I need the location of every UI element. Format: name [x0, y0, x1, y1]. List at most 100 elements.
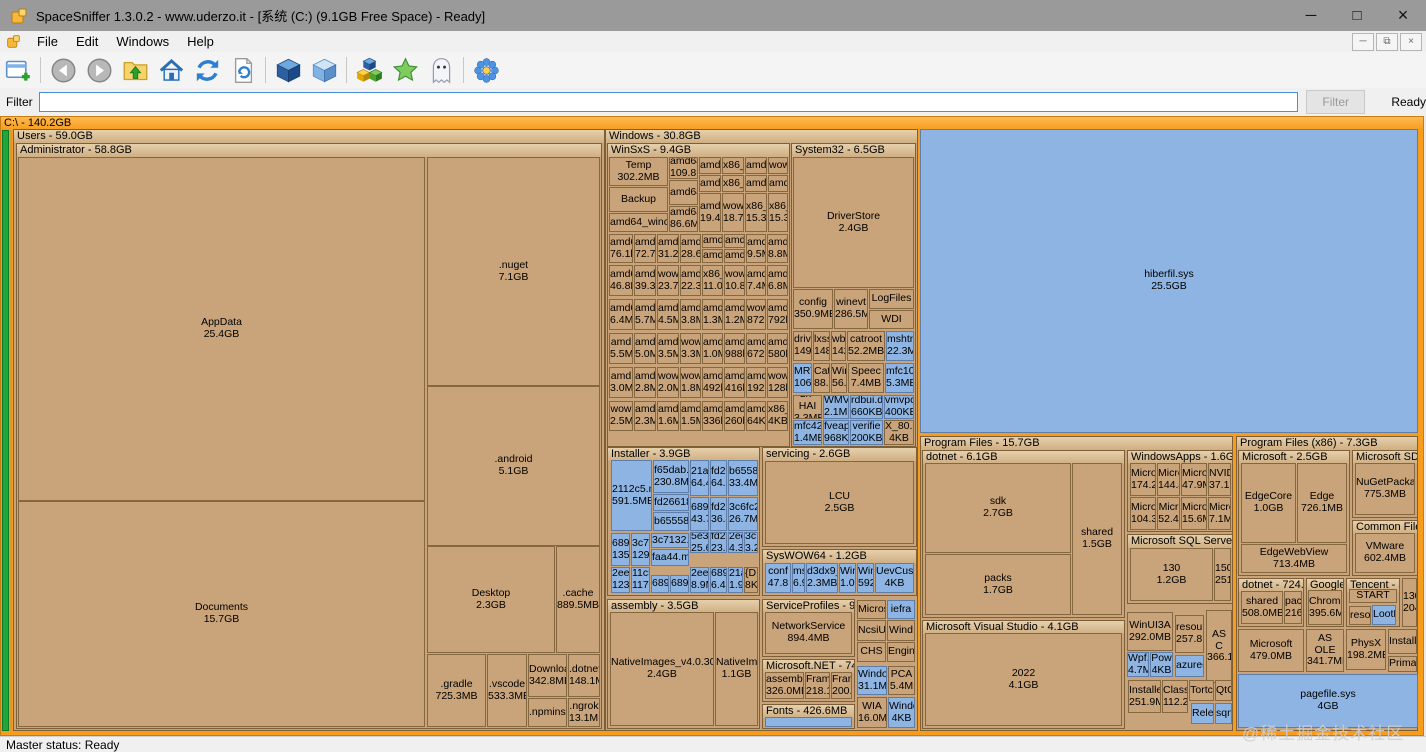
- treemap-block[interactable]: Tortc: [1189, 680, 1214, 701]
- refresh-view-button[interactable]: [225, 54, 261, 86]
- treemap-block[interactable]: assembly 326.0MB: [765, 672, 804, 699]
- treemap-block[interactable]: .cache 889.5MB: [556, 546, 600, 653]
- treemap-block[interactable]: amd 580k: [767, 333, 788, 364]
- treemap-block[interactable]: 2112c5.m 591.5MB: [611, 460, 652, 531]
- treemap-block[interactable]: config 350.9MB: [793, 289, 833, 329]
- treemap-block[interactable]: .vscode 533.3MB: [487, 654, 527, 727]
- treemap-block[interactable]: amd 3.0M: [609, 367, 633, 398]
- treemap-block[interactable]: WMVE 2.1MB: [823, 395, 849, 419]
- treemap-block[interactable]: Windo 4KB: [888, 697, 915, 728]
- treemap-block[interactable]: Wind: [887, 620, 915, 641]
- treemap-block[interactable]: amd 1.6M: [657, 401, 679, 431]
- treemap-block[interactable]: wow 23.7: [657, 265, 679, 296]
- treemap-block[interactable]: f65dab.r 230.8MB: [653, 460, 689, 493]
- filter-input[interactable]: [38, 92, 1299, 112]
- treemap-block[interactable]: PCA 5.4M: [888, 666, 915, 695]
- treemap-block[interactable]: x86_: [722, 175, 744, 192]
- treemap-block[interactable]: amd 988k: [724, 333, 745, 364]
- filter-button[interactable]: Filter: [1306, 90, 1366, 114]
- treemap-block[interactable]: Documents 15.7GB: [18, 501, 425, 727]
- treemap-block[interactable]: amd 72.7: [634, 234, 656, 263]
- treemap-block[interactable]: Engin: [887, 642, 915, 662]
- treemap-block[interactable]: wow 128k: [767, 367, 788, 398]
- treemap-block[interactable]: amd: [724, 234, 745, 248]
- treemap-block[interactable]: amd 2.3M: [634, 401, 656, 431]
- treemap-block[interactable]: 21a1 64.4: [690, 460, 709, 496]
- treemap-block[interactable]: amd 5.7M: [634, 299, 656, 330]
- treemap-block[interactable]: 2ee4 8.9M: [690, 567, 709, 593]
- treemap-block[interactable]: amd 3.8M: [680, 299, 701, 330]
- rescan-button[interactable]: [189, 54, 225, 86]
- treemap-block[interactable]: amd 672k: [746, 333, 766, 364]
- treemap-block[interactable]: 2ee4 123.: [611, 567, 630, 593]
- treemap-block[interactable]: amd6 9.5M: [746, 234, 766, 263]
- treemap-block[interactable]: x86_ 15.3l: [745, 193, 767, 232]
- treemap-block[interactable]: amd6: [702, 234, 723, 248]
- treemap-block[interactable]: amd 1.0M: [702, 333, 723, 364]
- treemap-block[interactable]: 3c7132.r: [651, 533, 689, 548]
- treemap-block[interactable]: 130 204: [1402, 578, 1417, 627]
- treemap-block[interactable]: iefra: [887, 600, 915, 619]
- treemap-block[interactable]: 689 6.4l: [710, 567, 727, 593]
- treemap-block[interactable]: amd 6.8M: [767, 265, 788, 296]
- treemap-block[interactable]: amd 1.3M: [702, 299, 723, 330]
- minimize-icon[interactable]: ─: [1288, 0, 1334, 31]
- treemap-block[interactable]: mst 6.9l: [792, 563, 805, 593]
- mdi-restore-icon[interactable]: ⧉: [1376, 32, 1398, 51]
- treemap-block[interactable]: Micro 15.6M: [1181, 497, 1207, 530]
- treemap-block[interactable]: amd: [768, 175, 788, 192]
- menu-help[interactable]: Help: [178, 32, 223, 51]
- treemap-block[interactable]: x86_ 4KB: [767, 401, 788, 431]
- treemap-block[interactable]: x86_ 15.3: [768, 193, 788, 232]
- treemap-block[interactable]: .android 5.1GB: [427, 386, 600, 546]
- treemap-block[interactable]: amd6 31.2l: [657, 234, 679, 263]
- treemap-block[interactable]: 2022 4.1GB: [925, 633, 1122, 726]
- treemap-block[interactable]: shared 508.0MB: [1241, 591, 1283, 624]
- treemap-block[interactable]: hiberfil.sys 25.5GB: [920, 129, 1418, 433]
- treemap-block[interactable]: zh-HAI 3.3MB: [793, 395, 822, 419]
- treemap-block[interactable]: amd 1.5M: [680, 401, 701, 431]
- treemap-block[interactable]: Installe: [1388, 629, 1417, 654]
- treemap-block[interactable]: QtC: [1215, 680, 1232, 701]
- treemap-block[interactable]: [765, 717, 852, 727]
- treemap-block[interactable]: wbe 142.: [831, 331, 846, 361]
- treemap-block[interactable]: Desktop 2.3GB: [427, 546, 555, 653]
- treemap-block[interactable]: 3c7. 3.2l: [744, 532, 758, 553]
- treemap-block[interactable]: Microsoft 479.0MB: [1238, 629, 1304, 672]
- treemap-block[interactable]: NativeIma 1.1GB: [715, 612, 758, 726]
- treemap-block[interactable]: CHS: [857, 642, 886, 662]
- star-button[interactable]: [387, 54, 423, 86]
- treemap-block[interactable]: DriverStore 2.4GB: [793, 157, 914, 288]
- treemap-block[interactable]: MRT 106.: [793, 363, 812, 393]
- treemap-block[interactable]: WinUI3A 292.0MB: [1127, 612, 1173, 651]
- treemap-block[interactable]: Backup: [609, 187, 668, 212]
- treemap-block[interactable]: fveapi 968KB: [823, 420, 849, 445]
- treemap-block[interactable]: .npminsta: [528, 698, 567, 727]
- treemap-block[interactable]: sqm: [1215, 703, 1232, 724]
- treemap-block[interactable]: vmvpc 400KB: [884, 395, 914, 419]
- treemap-block[interactable]: amd6: [699, 175, 721, 192]
- treemap-block[interactable]: packs 1.7GB: [925, 554, 1071, 615]
- treemap-block[interactable]: amd6: [702, 249, 723, 263]
- treemap-block[interactable]: x86_ 11.0l: [702, 265, 723, 296]
- treemap-block[interactable]: wow 2.0M: [657, 367, 679, 398]
- treemap-block[interactable]: X_80.c 4KB: [884, 420, 914, 445]
- treemap-block[interactable]: 5e3f 25.6: [690, 532, 709, 553]
- treemap-block[interactable]: NcsiU: [857, 620, 886, 641]
- menu-windows[interactable]: Windows: [107, 32, 178, 51]
- treemap-block[interactable]: fd26 64.4: [710, 460, 727, 496]
- treemap-block[interactable]: NetworkService 894.4MB: [765, 612, 852, 654]
- treemap-block[interactable]: wow 2.5M: [609, 401, 633, 431]
- treemap-block[interactable]: Win 1.0l: [839, 563, 856, 593]
- treemap-block[interactable]: 3c70 129.: [631, 533, 650, 566]
- treemap-block[interactable]: amd: [724, 249, 745, 263]
- treemap-block[interactable]: azured: [1175, 655, 1204, 677]
- treemap-block[interactable]: x86_: [722, 157, 744, 174]
- treemap-block[interactable]: Micros 47.9M: [1181, 463, 1207, 496]
- configuration-button[interactable]: [468, 54, 504, 86]
- treemap-block[interactable]: EdgeWebView 713.4MB: [1241, 544, 1347, 573]
- treemap-block[interactable]: LCU 2.5GB: [765, 461, 914, 544]
- treemap-block[interactable]: amd 792k: [767, 299, 788, 330]
- treemap-block[interactable]: b65558.: [653, 512, 689, 531]
- treemap-block[interactable]: AS C 366.1: [1206, 610, 1232, 683]
